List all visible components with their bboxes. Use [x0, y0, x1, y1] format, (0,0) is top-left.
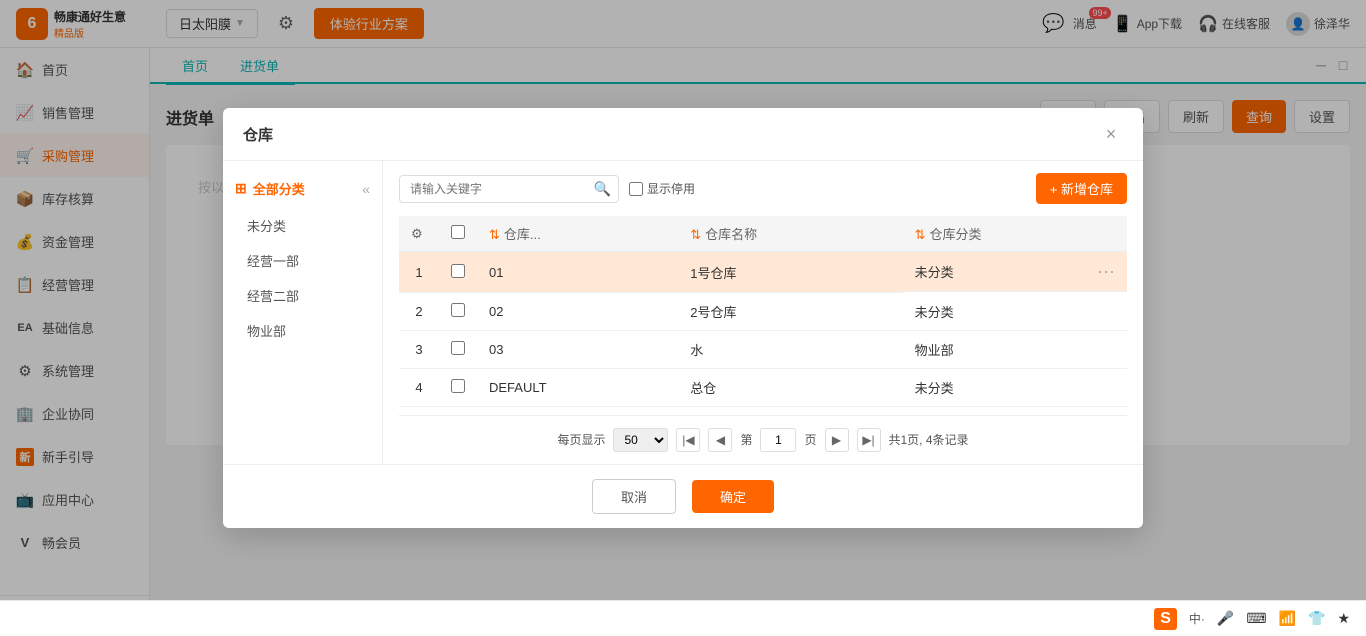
sort-icon-name: ⇅	[690, 227, 701, 242]
taskbar-s-logo: S	[1154, 608, 1177, 630]
td-index-1: 1	[399, 252, 439, 293]
warehouse-table: ⚙ ⇅仓库... ⇅仓库名称	[399, 216, 1127, 407]
page-number-input[interactable]	[760, 428, 796, 452]
taskbar-mic-icon: 🎤	[1217, 610, 1234, 627]
td-index-3: 3	[399, 330, 439, 368]
grid-icon: ⊞	[235, 180, 247, 197]
td-check-3[interactable]	[439, 330, 477, 368]
select-all-checkbox[interactable]	[451, 225, 465, 239]
next-page-btn[interactable]: ▶	[825, 428, 849, 452]
search-input[interactable]	[399, 175, 619, 203]
td-check-4[interactable]	[439, 368, 477, 406]
th-name: ⇅仓库名称	[678, 216, 902, 252]
td-code-3: 03	[477, 330, 678, 368]
table-row[interactable]: 2 02 2号仓库 未分类	[399, 292, 1127, 330]
show-disabled-text: 显示停用	[647, 180, 695, 197]
category-item-property[interactable]: 物业部	[223, 313, 382, 348]
settings-col-icon: ⚙	[411, 226, 423, 241]
td-name-3: 水	[678, 330, 902, 368]
taskbar-star-icon: ★	[1337, 610, 1350, 627]
all-category-label: 全部分类	[253, 179, 305, 198]
dialog-title: 仓库	[243, 124, 273, 145]
sort-icon-cat: ⇅	[915, 227, 926, 242]
first-page-btn[interactable]: |◀	[676, 428, 700, 452]
category-item-operations2[interactable]: 经营二部	[223, 278, 382, 313]
row-checkbox-1[interactable]	[451, 264, 465, 278]
td-check-2[interactable]	[439, 292, 477, 330]
search-bar: 🔍 显示停用 + 新增仓库	[399, 173, 1127, 204]
td-name-2: 2号仓库	[678, 292, 902, 330]
category-panel: ⊞ 全部分类 « 未分类 经营一部 经营二部 物业部	[223, 161, 383, 464]
row-checkbox-4[interactable]	[451, 379, 465, 393]
td-category-2: 未分类	[903, 292, 1127, 330]
td-code-4: DEFAULT	[477, 368, 678, 406]
per-page-label: 每页显示	[557, 431, 605, 448]
table-body: 1 01 1号仓库 未分类 ··· 2	[399, 252, 1127, 407]
warehouse-dialog: 仓库 × ⊞ 全部分类 « 未分类 经营一部 经营二部 物业部	[223, 108, 1143, 528]
taskbar-keyboard-icon: ⌨	[1246, 610, 1266, 627]
collapse-btn[interactable]: «	[362, 181, 370, 197]
category-item-operations1[interactable]: 经营一部	[223, 243, 382, 278]
category-item-unclassified[interactable]: 未分类	[223, 208, 382, 243]
td-index-4: 4	[399, 368, 439, 406]
page-total-info: 共1页, 4条记录	[889, 431, 969, 448]
taskbar: S 中· 🎤 ⌨ 📶 👕 ★	[0, 600, 1366, 636]
table-header: ⚙ ⇅仓库... ⇅仓库名称	[399, 216, 1127, 252]
td-index-2: 2	[399, 292, 439, 330]
cancel-btn[interactable]: 取消	[592, 479, 676, 514]
table-row[interactable]: 4 DEFAULT 总仓 未分类	[399, 368, 1127, 406]
dialog-body: ⊞ 全部分类 « 未分类 经营一部 经营二部 物业部 🔍	[223, 161, 1143, 464]
td-name-4: 总仓	[678, 368, 902, 406]
all-category-title[interactable]: ⊞ 全部分类	[235, 179, 305, 198]
page-label: 第	[740, 431, 752, 448]
show-disabled-checkbox[interactable]	[629, 182, 643, 196]
td-code-1: 01	[477, 252, 678, 293]
dialog-footer: 取消 确定	[223, 464, 1143, 528]
page-unit: 页	[804, 431, 816, 448]
th-checkbox	[439, 216, 477, 252]
taskbar-wifi-icon: 📶	[1279, 610, 1296, 627]
confirm-btn[interactable]: 确定	[692, 480, 774, 513]
dialog-overlay: 仓库 × ⊞ 全部分类 « 未分类 经营一部 经营二部 物业部	[0, 0, 1366, 636]
row-more-1[interactable]: ···	[1097, 261, 1115, 282]
add-warehouse-btn[interactable]: + 新增仓库	[1036, 173, 1127, 204]
td-category-4: 未分类	[903, 368, 1127, 406]
th-category: ⇅仓库分类	[903, 216, 1127, 252]
search-icon[interactable]: 🔍	[594, 180, 611, 197]
cat-text-1: 未分类	[915, 262, 954, 281]
sort-icon-code: ⇅	[489, 227, 500, 242]
th-settings: ⚙	[399, 216, 439, 252]
table-row[interactable]: 1 01 1号仓库 未分类 ···	[399, 252, 1127, 293]
pagination: 每页显示 50 10 20 100 |◀ ◀ 第 页 ▶ ▶| 共1页, 4条记…	[399, 415, 1127, 464]
warehouse-content-panel: 🔍 显示停用 + 新增仓库 ⚙	[383, 161, 1143, 464]
category-header: ⊞ 全部分类 «	[223, 173, 382, 204]
per-page-select[interactable]: 50 10 20 100	[613, 428, 668, 452]
prev-page-btn[interactable]: ◀	[708, 428, 732, 452]
taskbar-label-zh: 中·	[1189, 610, 1205, 627]
search-input-wrap: 🔍	[399, 175, 619, 203]
td-name-1: 1号仓库	[678, 252, 902, 293]
taskbar-shirt-icon: 👕	[1308, 610, 1325, 627]
dialog-close-btn[interactable]: ×	[1099, 122, 1123, 146]
td-check-1[interactable]	[439, 252, 477, 293]
dialog-header: 仓库 ×	[223, 108, 1143, 161]
td-category-3: 物业部	[903, 330, 1127, 368]
table-row[interactable]: 3 03 水 物业部	[399, 330, 1127, 368]
last-page-btn[interactable]: ▶|	[857, 428, 881, 452]
row-checkbox-3[interactable]	[451, 341, 465, 355]
td-category-1: 未分类 ···	[903, 252, 1127, 292]
td-code-2: 02	[477, 292, 678, 330]
table-scroll-area: ⚙ ⇅仓库... ⇅仓库名称	[399, 216, 1127, 407]
th-code: ⇅仓库...	[477, 216, 678, 252]
show-disabled-label[interactable]: 显示停用	[629, 180, 695, 197]
row-checkbox-2[interactable]	[451, 303, 465, 317]
